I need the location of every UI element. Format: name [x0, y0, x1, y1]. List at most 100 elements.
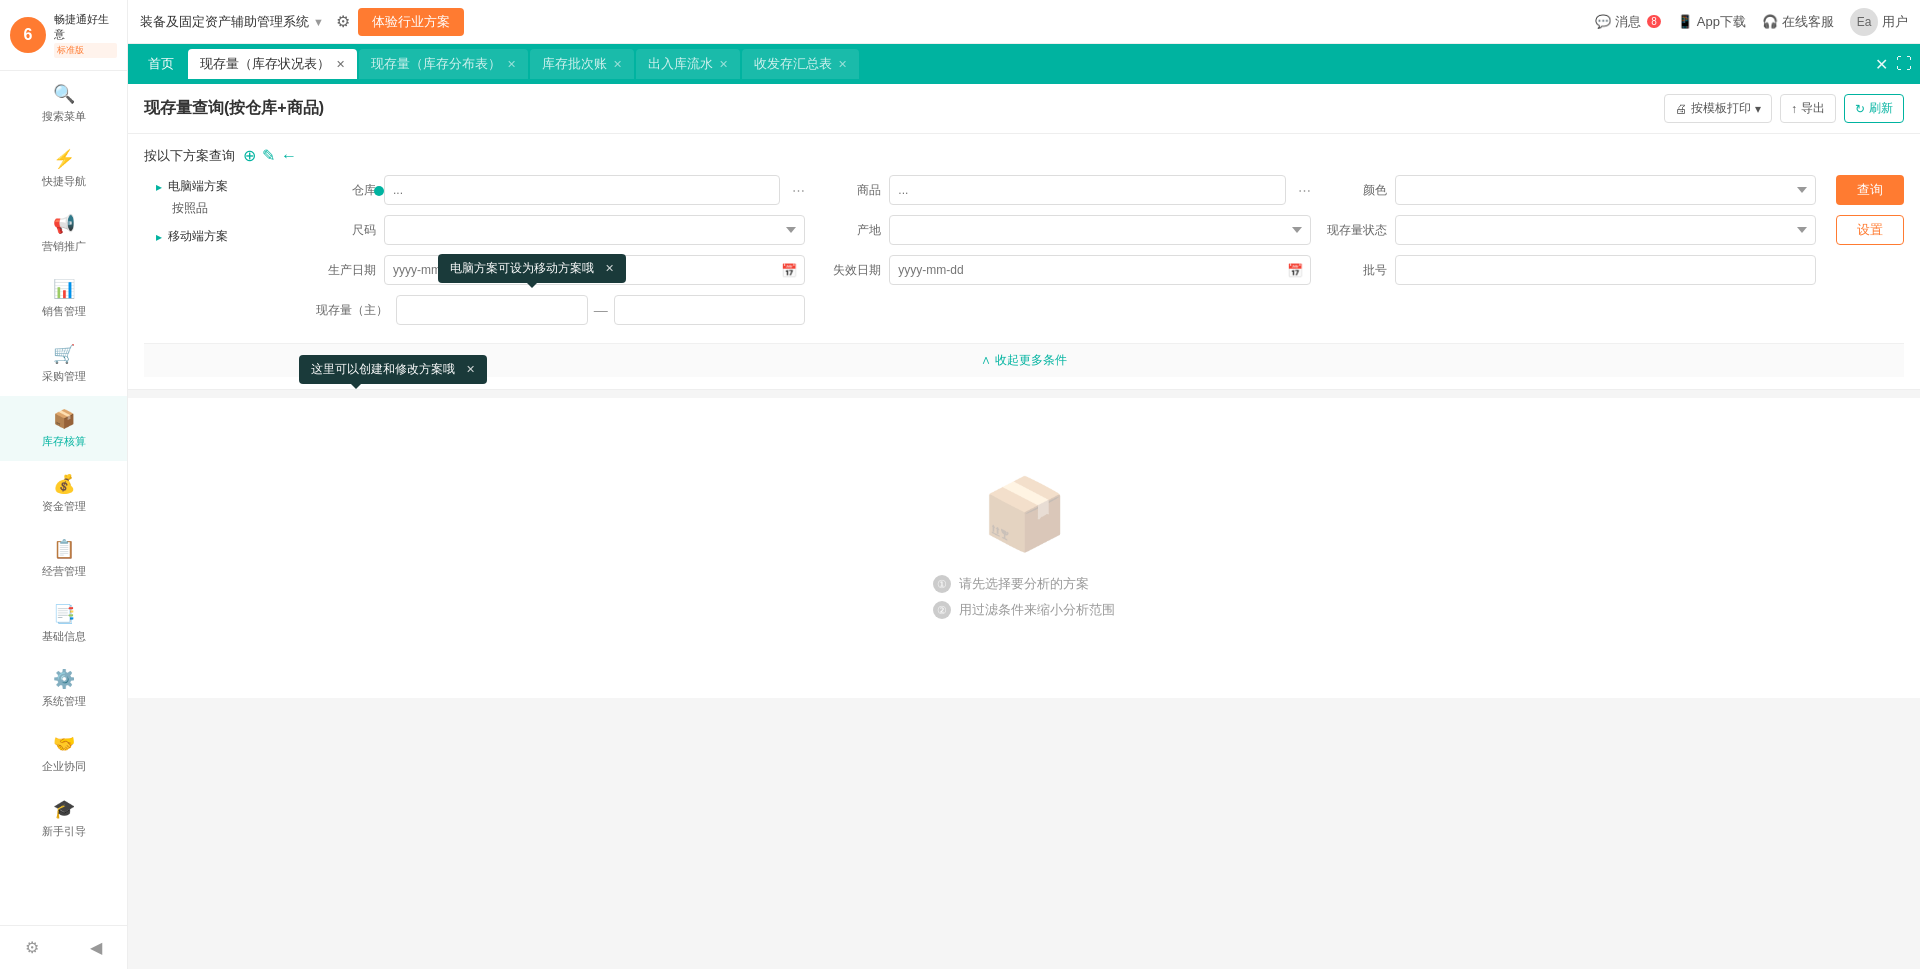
- page-actions: 🖨 按模板打印 ▾ ↑ 导出 ↻ 刷新: [1664, 94, 1904, 123]
- warehouse-input[interactable]: [384, 175, 780, 205]
- template-print-label: 按模板打印: [1691, 100, 1751, 117]
- size-select[interactable]: [384, 215, 805, 245]
- export-button[interactable]: ↑ 导出: [1780, 94, 1836, 123]
- tab-home[interactable]: 首页: [136, 49, 186, 79]
- app-download-button[interactable]: 📱 App下载: [1677, 13, 1746, 31]
- sidebar-item-quick-nav[interactable]: ⚡ 快捷导航: [0, 136, 127, 201]
- calendar-icon-expiry[interactable]: 📅: [1287, 263, 1303, 278]
- mobile-scheme-row[interactable]: ▸ 移动端方案: [156, 225, 304, 248]
- tab-receive-send-close[interactable]: ✕: [838, 58, 847, 71]
- logo-name: 畅捷通好生意: [54, 12, 117, 43]
- tab-inventory-dist-close[interactable]: ✕: [507, 58, 516, 71]
- filter-header: 按以下方案查询 ⊕ ✎ ← 电脑方案可设为移动方案哦 ✕: [144, 146, 1904, 165]
- collapse-label: 收起更多条件: [995, 353, 1067, 367]
- sidebar-item-system[interactable]: ⚙️ 系统管理: [0, 656, 127, 721]
- sales-icon: 📊: [53, 278, 75, 300]
- sidebar-label-finance: 资金管理: [42, 499, 86, 514]
- topbar-right: 💬 消息 8 📱 App下载 🎧 在线客服 Ea 用户: [1595, 8, 1908, 36]
- product-input[interactable]: [889, 175, 1285, 205]
- collapse-icon: ∧: [981, 353, 991, 367]
- sidebar-label-enterprise: 企业协同: [42, 759, 86, 774]
- filter-field-stock-amount: 现存量（主） —: [316, 295, 805, 325]
- stock-amount-from[interactable]: [396, 295, 588, 325]
- expiry-date-label: 失效日期: [821, 262, 881, 279]
- batch-no-label: 批号: [1327, 262, 1387, 279]
- tab-batch-ledger-close[interactable]: ✕: [613, 58, 622, 71]
- topbar-settings-icon[interactable]: ⚙: [336, 12, 350, 31]
- guide-icon: 🎓: [53, 798, 75, 820]
- tab-inventory-status-close[interactable]: ✕: [336, 58, 345, 71]
- sidebar-label-sales: 销售管理: [42, 304, 86, 319]
- online-support-label: 在线客服: [1782, 13, 1834, 31]
- tab-receive-send-label: 收发存汇总表: [754, 55, 832, 73]
- color-select[interactable]: [1395, 175, 1816, 205]
- main-content: 现存量查询(按仓库+商品) 🖨 按模板打印 ▾ ↑ 导出 ↻ 刷新 按以下方案查…: [128, 84, 1920, 969]
- sidebar-item-guide[interactable]: 🎓 新手引导: [0, 786, 127, 851]
- desktop-scheme-row[interactable]: ▸ 电脑端方案: [156, 175, 304, 198]
- sidebar-item-inventory[interactable]: 📦 库存核算: [0, 396, 127, 461]
- stock-amount-to[interactable]: [614, 295, 806, 325]
- tooltip-close-2[interactable]: ✕: [466, 363, 475, 375]
- phone-icon: 📱: [1677, 14, 1693, 29]
- stock-status-label: 现存量状态: [1327, 222, 1387, 239]
- sidebar-item-enterprise[interactable]: 🤝 企业协同: [0, 721, 127, 786]
- sidebar-item-operations[interactable]: 📋 经营管理: [0, 526, 127, 591]
- collapse-sidebar-icon[interactable]: ◀: [90, 938, 102, 957]
- operations-icon: 📋: [53, 538, 75, 560]
- refresh-button[interactable]: ↻ 刷新: [1844, 94, 1904, 123]
- origin-select[interactable]: [889, 215, 1310, 245]
- tip-num-2: ②: [933, 601, 951, 619]
- template-print-button[interactable]: 🖨 按模板打印 ▾: [1664, 94, 1772, 123]
- messages-button[interactable]: 💬 消息 8: [1595, 13, 1661, 31]
- sidebar-label-guide: 新手引导: [42, 824, 86, 839]
- sidebar-item-marketing[interactable]: 📢 营销推广: [0, 201, 127, 266]
- tab-in-out-flow-label: 出入库流水: [648, 55, 713, 73]
- desktop-scheme-name[interactable]: 按照品: [156, 198, 304, 217]
- sidebar-logo: 6 畅捷通好生意 标准版: [0, 0, 127, 71]
- add-scheme-icon[interactable]: ⊕: [243, 146, 256, 165]
- sidebar-item-basic-info[interactable]: 📑 基础信息: [0, 591, 127, 656]
- trial-button[interactable]: 体验行业方案: [358, 8, 464, 36]
- edit-scheme-icon[interactable]: ✎: [262, 146, 275, 165]
- batch-no-input[interactable]: [1395, 255, 1816, 285]
- user-menu[interactable]: Ea 用户: [1850, 8, 1908, 36]
- tab-in-out-flow-close[interactable]: ✕: [719, 58, 728, 71]
- system-name-dropdown[interactable]: 装备及固定资产辅助管理系统 ▼: [140, 13, 324, 31]
- expand-icon: ▸: [156, 180, 162, 194]
- tab-inventory-status[interactable]: 现存量（库存状况表） ✕: [188, 49, 357, 79]
- warehouse-more-icon[interactable]: ⋯: [792, 183, 805, 198]
- stock-status-select[interactable]: [1395, 215, 1816, 245]
- filter-field-expiry-date: 失效日期 📅: [821, 255, 1310, 285]
- sidebar-item-purchase[interactable]: 🛒 采购管理: [0, 331, 127, 396]
- tooltip-create-text: 这里可以创建和修改方案哦: [311, 362, 455, 376]
- product-more-icon[interactable]: ⋯: [1298, 183, 1311, 198]
- sidebar-item-finance[interactable]: 💰 资金管理: [0, 461, 127, 526]
- settings-bottom-icon[interactable]: ⚙: [25, 938, 39, 957]
- tab-receive-send[interactable]: 收发存汇总表 ✕: [742, 49, 859, 79]
- search-button[interactable]: 查询: [1836, 175, 1904, 205]
- sidebar-label-quick-nav: 快捷导航: [42, 174, 86, 189]
- arrow-left-icon[interactable]: ←: [281, 147, 297, 165]
- tooltip-scheme-info: 电脑方案可设为移动方案哦 ✕: [438, 254, 626, 283]
- expiry-date-input[interactable]: [889, 255, 1310, 285]
- tooltip-close-1[interactable]: ✕: [605, 262, 614, 274]
- mobile-scheme-label: 移动端方案: [168, 228, 228, 245]
- fullscreen-icon[interactable]: ⛶: [1896, 55, 1912, 73]
- quick-nav-icon: ⚡: [53, 148, 75, 170]
- tab-batch-ledger[interactable]: 库存批次账 ✕: [530, 49, 634, 79]
- tab-in-out-flow[interactable]: 出入库流水 ✕: [636, 49, 740, 79]
- online-support-button[interactable]: 🎧 在线客服: [1762, 13, 1834, 31]
- tab-inventory-dist[interactable]: 现存量（库存分布表） ✕: [359, 49, 528, 79]
- tabbar: 首页 现存量（库存状况表） ✕ 现存量（库存分布表） ✕ 库存批次账 ✕ 出入库…: [128, 44, 1920, 84]
- calendar-icon-prod[interactable]: 📅: [781, 263, 797, 278]
- connector-dot: [374, 186, 384, 196]
- message-icon: 💬: [1595, 14, 1611, 29]
- stock-amount-range: —: [396, 295, 805, 325]
- sidebar-item-sales[interactable]: 📊 销售管理: [0, 266, 127, 331]
- empty-area: 📦 ① 请先选择要分析的方案 ② 用过滤条件来缩小分析范围: [128, 398, 1920, 698]
- filter-field-origin: 产地: [821, 215, 1310, 245]
- reset-button[interactable]: 设置: [1836, 215, 1904, 245]
- export-icon: ↑: [1791, 102, 1797, 116]
- sidebar-item-search[interactable]: 🔍 搜索菜单: [0, 71, 127, 136]
- close-all-tabs-icon[interactable]: ✕: [1875, 55, 1888, 74]
